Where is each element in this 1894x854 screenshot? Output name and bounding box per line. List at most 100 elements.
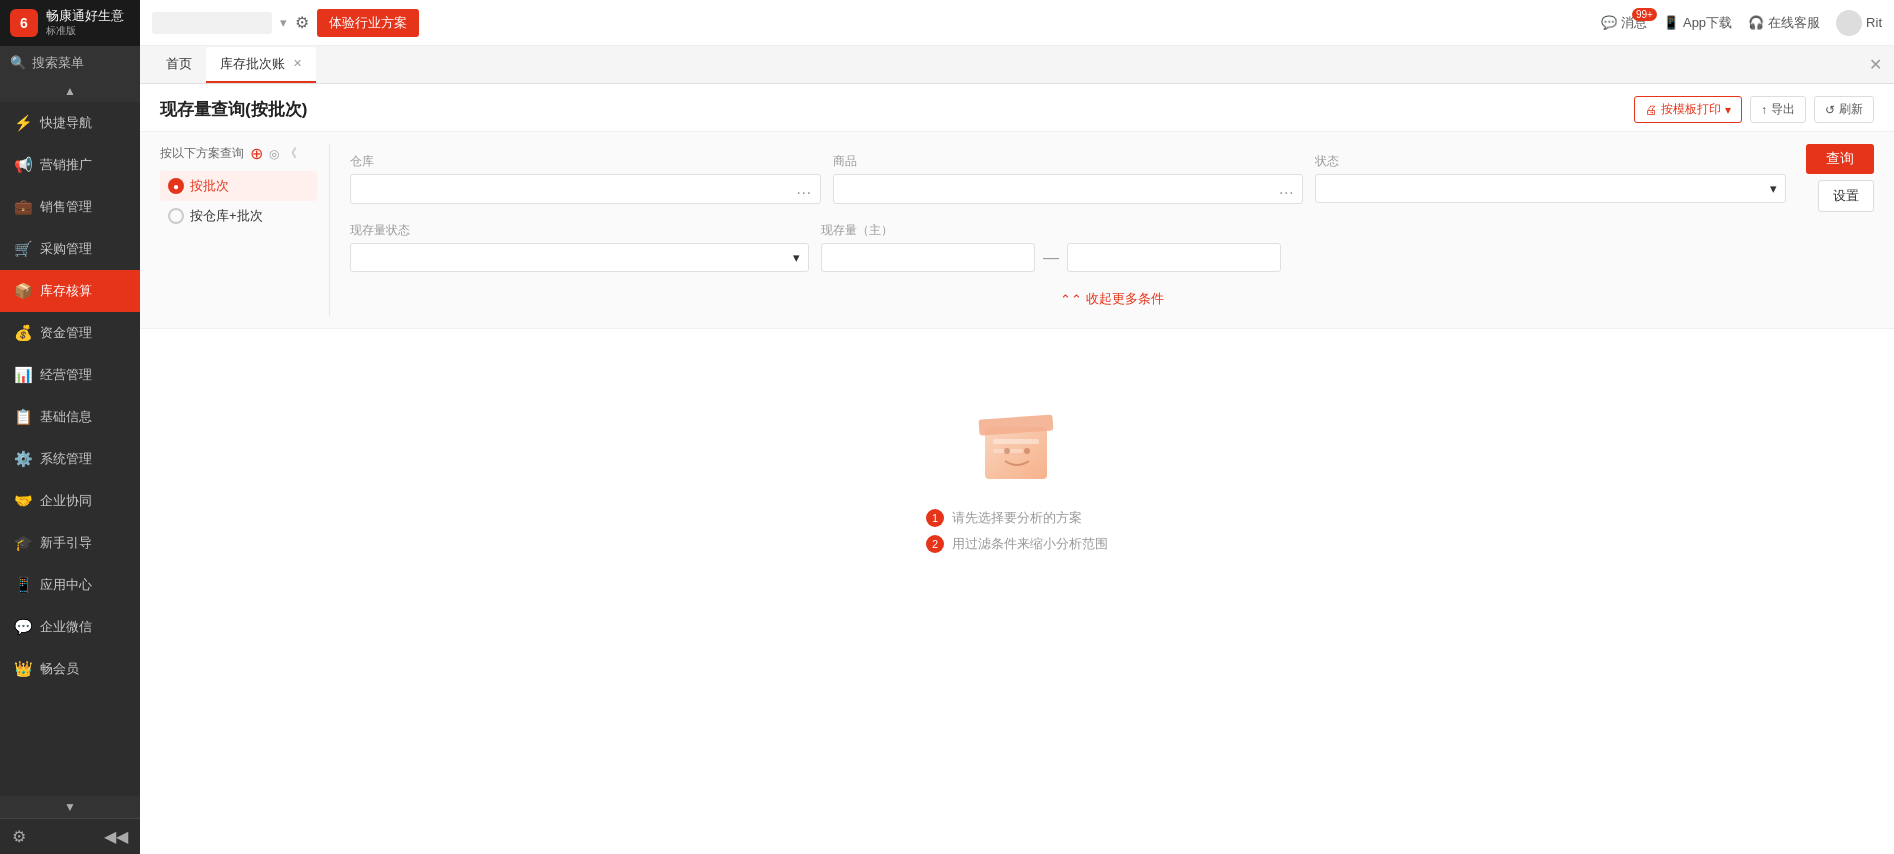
sales-icon: 💼 — [14, 198, 32, 216]
stock-status-chevron-icon[interactable]: ▾ — [793, 250, 800, 265]
topbar-actions: 💬 消息 99+ 📱 App下载 🎧 在线客服 Rit — [1601, 10, 1882, 36]
sidebar-item-basic-info[interactable]: 📋 基础信息 — [0, 396, 140, 438]
app-center-icon: 📱 — [14, 576, 32, 594]
product-dots-icon[interactable]: … — [1278, 180, 1294, 198]
filter-stock-status-field: 现存量状态 ▾ — [350, 222, 809, 272]
tip-1-num: 1 — [926, 509, 944, 527]
tab-close-icon[interactable]: ✕ — [293, 57, 302, 70]
sidebar-item-newbie[interactable]: 🎓 新手引导 — [0, 522, 140, 564]
filter-status-field: 状态 ▾ — [1315, 153, 1786, 203]
scheme-list: ● 按批次 按仓库+批次 — [160, 171, 317, 231]
app-logo: 6 — [10, 9, 38, 37]
page-header: 现存量查询(按批次) 🖨 按模板打印 ▾ ↑ 导出 ↺ 刷新 — [140, 84, 1894, 132]
scheme-dot-inactive — [168, 208, 184, 224]
tab-inventory-batch[interactable]: 库存批次账 ✕ — [206, 47, 316, 83]
sidebar-item-app-center[interactable]: 📱 应用中心 — [0, 564, 140, 606]
experience-btn[interactable]: 体验行业方案 — [317, 9, 419, 37]
sidebar-item-system[interactable]: ⚙️ 系统管理 — [0, 438, 140, 480]
marketing-icon: 📢 — [14, 156, 32, 174]
user-avatar — [1836, 10, 1862, 36]
stock-status-select[interactable]: ▾ — [350, 243, 809, 272]
scheme-settings-icon[interactable]: ◎ — [269, 147, 279, 161]
sidebar-search[interactable]: 🔍 搜索菜单 — [0, 46, 140, 80]
filter-action-buttons: 查询 设置 — [1806, 144, 1874, 212]
stock-status-label: 现存量状态 — [350, 222, 809, 239]
svg-point-4 — [1004, 448, 1010, 454]
add-scheme-icon[interactable]: ⊕ — [250, 144, 263, 163]
finance-icon: 💰 — [14, 324, 32, 342]
warehouse-input[interactable]: … — [350, 174, 821, 204]
sidebar-item-business[interactable]: 📊 经营管理 — [0, 354, 140, 396]
status-chevron-icon[interactable]: ▾ — [1770, 181, 1777, 196]
enterprise-collab-icon: 🤝 — [14, 492, 32, 510]
empty-svg — [967, 389, 1067, 489]
warehouse-dots-icon[interactable]: … — [796, 180, 812, 198]
user-profile[interactable]: Rit — [1836, 10, 1882, 36]
business-icon: 📊 — [14, 366, 32, 384]
print-chevron-icon[interactable]: ▾ — [1725, 103, 1731, 117]
scheme-collapse-icon[interactable]: 《 — [285, 145, 297, 162]
headset-icon: 🎧 — [1748, 15, 1764, 30]
sidebar-item-enterprise-collab[interactable]: 🤝 企业协同 — [0, 480, 140, 522]
search-icon: 🔍 — [10, 55, 26, 70]
tabs-bar: 首页 库存批次账 ✕ ✕ — [140, 46, 1894, 84]
refresh-btn[interactable]: ↺ 刷新 — [1814, 96, 1874, 123]
sidebar-item-purchase[interactable]: 🛒 采购管理 — [0, 228, 140, 270]
topbar-chevron-icon[interactable]: ▾ — [280, 15, 287, 30]
online-service-action[interactable]: 🎧 在线客服 — [1748, 14, 1820, 32]
stock-qty-max-input[interactable] — [1067, 243, 1281, 272]
sidebar-scroll-up[interactable]: ▲ — [0, 80, 140, 102]
newbie-icon: 🎓 — [14, 534, 32, 552]
filter-area: 按以下方案查询 ⊕ ◎ 《 ● 按批次 按仓库+批次 — [140, 132, 1894, 329]
tab-home[interactable]: 首页 — [152, 47, 206, 83]
app-download-action[interactable]: 📱 App下载 — [1663, 14, 1732, 32]
sidebar-item-sales[interactable]: 💼 销售管理 — [0, 186, 140, 228]
filter-schemes-panel: 按以下方案查询 ⊕ ◎ 《 ● 按批次 按仓库+批次 — [160, 144, 330, 316]
sidebar-item-quick-nav[interactable]: ⚡ 快捷导航 — [0, 102, 140, 144]
sidebar-header: 6 畅康通好生意 标准版 — [0, 0, 140, 46]
page-content: 现存量查询(按批次) 🖨 按模板打印 ▾ ↑ 导出 ↺ 刷新 — [140, 84, 1894, 854]
empty-illustration — [967, 389, 1067, 489]
topbar-gear-icon[interactable]: ⚙ — [295, 13, 309, 32]
query-btn[interactable]: 查询 — [1806, 144, 1874, 174]
warehouse-label: 仓库 — [350, 153, 821, 170]
empty-tips: 1 请先选择要分析的方案 2 用过滤条件来缩小分析范围 — [926, 509, 1108, 553]
status-select[interactable]: ▾ — [1315, 174, 1786, 203]
stock-qty-min-input[interactable] — [821, 243, 1035, 272]
product-input[interactable]: … — [833, 174, 1304, 204]
sidebar-item-finance[interactable]: 💰 资金管理 — [0, 312, 140, 354]
empty-tip-1: 1 请先选择要分析的方案 — [926, 509, 1108, 527]
collapse-up-icon: ⌃⌃ — [1060, 292, 1082, 307]
app-name: 畅康通好生意 — [46, 8, 124, 24]
filter-row-2: 现存量状态 ▾ 现存量（主） — — [350, 222, 1874, 272]
sidebar-item-inventory[interactable]: 📦 库存核算 — [0, 270, 140, 312]
sidebar-item-enterprise-wechat[interactable]: 💬 企业微信 — [0, 606, 140, 648]
messages-action[interactable]: 💬 消息 99+ — [1601, 14, 1647, 32]
stock-qty-dash: — — [1039, 249, 1063, 267]
export-btn[interactable]: ↑ 导出 — [1750, 96, 1806, 123]
message-icon: 💬 — [1601, 15, 1617, 30]
product-label: 商品 — [833, 153, 1304, 170]
filter-stock-qty-field: 现存量（主） — — [821, 222, 1280, 272]
sidebar-scroll-down[interactable]: ▼ — [0, 796, 140, 818]
tabs-close-all[interactable]: ✕ — [1869, 55, 1882, 74]
phone-icon: 📱 — [1663, 15, 1679, 30]
enterprise-wechat-icon: 💬 — [14, 618, 32, 636]
filter-product-field: 商品 … — [833, 153, 1304, 204]
svg-rect-2 — [993, 439, 1039, 444]
export-icon: ↑ — [1761, 103, 1767, 117]
settings-footer-icon[interactable]: ⚙ — [12, 827, 26, 846]
topbar-search-input[interactable] — [152, 12, 272, 34]
scheme-item-batch[interactable]: ● 按批次 — [160, 171, 317, 201]
settings-btn[interactable]: 设置 — [1818, 180, 1874, 212]
empty-state: 1 请先选择要分析的方案 2 用过滤条件来缩小分析范围 — [140, 329, 1894, 593]
empty-tip-2: 2 用过滤条件来缩小分析范围 — [926, 535, 1108, 553]
scheme-dot-active: ● — [168, 178, 184, 194]
status-label: 状态 — [1315, 153, 1786, 170]
collapse-more-btn[interactable]: ⌃⌃ 收起更多条件 — [350, 282, 1874, 316]
scheme-item-warehouse-batch[interactable]: 按仓库+批次 — [160, 201, 317, 231]
template-print-btn[interactable]: 🖨 按模板打印 ▾ — [1634, 96, 1742, 123]
sidebar-item-vip[interactable]: 👑 畅会员 — [0, 648, 140, 690]
collapse-sidebar-icon[interactable]: ◀◀ — [104, 827, 128, 846]
sidebar-item-marketing[interactable]: 📢 营销推广 — [0, 144, 140, 186]
